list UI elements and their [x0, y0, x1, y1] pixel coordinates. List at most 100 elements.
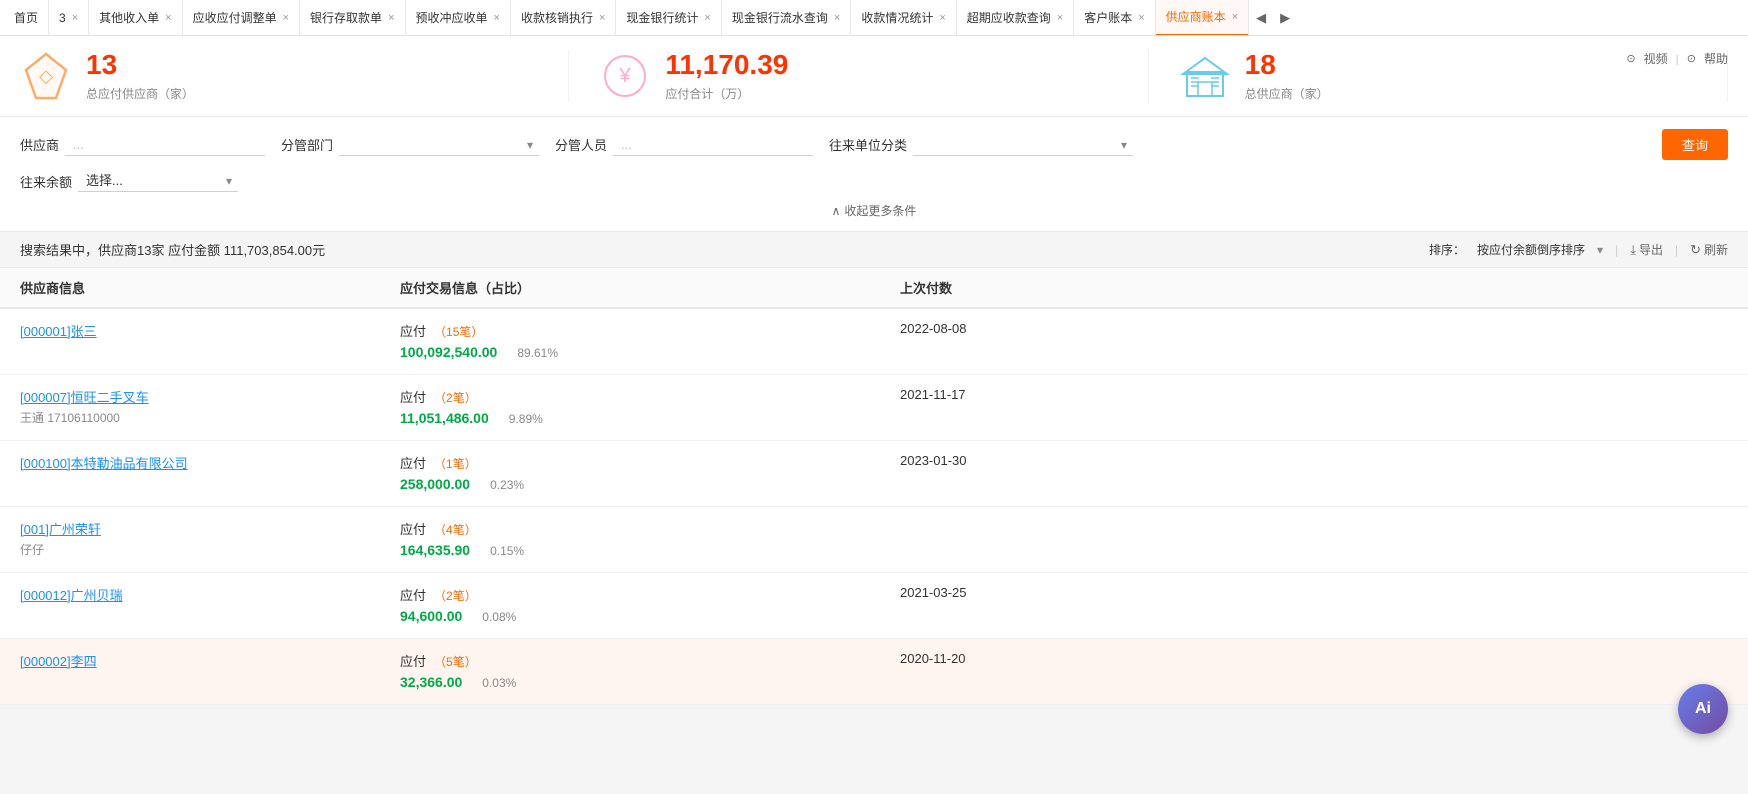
- close-tab-prepay[interactable]: ×: [494, 12, 500, 24]
- supplier-link-2[interactable]: [000007]恒旺二手叉车: [20, 390, 149, 405]
- close-tab-receipt-exec[interactable]: ×: [599, 12, 605, 24]
- trans-amount-2[interactable]: 11,051,486.00: [400, 410, 489, 426]
- summary-card-amount: ¥ 11,170.39 应付合计（万）: [569, 50, 1148, 102]
- trans-label-4: 应付: [400, 519, 426, 538]
- last-payment-date-6: 2020-11-20: [900, 651, 966, 666]
- trans-amount-4[interactable]: 164,635.90: [400, 542, 470, 558]
- trans-row-2: 应付 （2笔）: [400, 387, 900, 406]
- trans-label-6: 应付: [400, 651, 426, 670]
- supplier-sub-4: 仔仔: [20, 541, 400, 558]
- card-info-total: 18 总供应商（家）: [1245, 50, 1329, 102]
- nav-tab-home[interactable]: 首页: [4, 0, 49, 36]
- collapse-icon: ∧: [832, 204, 841, 218]
- sort-dropdown-icon[interactable]: ▾: [1597, 243, 1603, 257]
- supplier-input[interactable]: [65, 134, 265, 156]
- nav-tab-cash-stat[interactable]: 现金银行统计 ×: [616, 0, 721, 36]
- nav-tab-3[interactable]: 3 ×: [49, 0, 89, 36]
- nav-left-arrow[interactable]: ◀: [1249, 0, 1273, 36]
- balance-select[interactable]: 选择...: [78, 170, 238, 192]
- result-bar: 搜索结果中，供应商13家 应付金额 111,703,854.00元 排序： 按应…: [0, 232, 1748, 268]
- nav-tab-customer-ledger[interactable]: 客户账本 ×: [1074, 0, 1155, 36]
- supplier-link-3[interactable]: [000100]本特勒油品有限公司: [20, 456, 188, 471]
- sort-label: 排序：: [1429, 241, 1465, 258]
- close-tab-adjust[interactable]: ×: [283, 12, 289, 24]
- search-button[interactable]: 查询: [1662, 129, 1728, 160]
- nav-tab-cash-flow[interactable]: 现金银行流水查询 ×: [722, 0, 851, 36]
- trans-amount-3[interactable]: 258,000.00: [400, 476, 470, 492]
- help-link[interactable]: 帮助: [1704, 50, 1728, 67]
- divider-1: |: [1615, 243, 1618, 257]
- collapse-button[interactable]: ∧ 收起更多条件: [832, 202, 917, 219]
- nav-tab-bank[interactable]: 银行存取款单 ×: [300, 0, 405, 36]
- close-tab-overdue[interactable]: ×: [1057, 12, 1063, 24]
- top-links: ⊙ 视频 | ⊙ 帮助: [1626, 50, 1728, 67]
- nav-tab-receipt-stat[interactable]: 收款情况统计 ×: [851, 0, 956, 36]
- trans-amount-1[interactable]: 100,092,540.00: [400, 344, 497, 360]
- category-select-wrap: [913, 134, 1133, 156]
- trans-amount-row-3: 258,000.00 0.23%: [400, 474, 900, 492]
- summary-card-suppliers: ◇ 13 总应付供应商（家）: [20, 50, 569, 102]
- filter-supplier: 供应商: [20, 134, 265, 156]
- close-tab-3[interactable]: ×: [72, 12, 78, 24]
- table-row: [000001]张三 应付 （15笔） 100,092,540.00 89.61…: [0, 309, 1748, 375]
- close-tab-supplier-ledger[interactable]: ×: [1232, 11, 1238, 23]
- trans-label-5: 应付: [400, 585, 426, 604]
- nav-right-arrow[interactable]: ▶: [1273, 0, 1297, 36]
- divider-2: |: [1675, 243, 1678, 257]
- nav-tab-other-income[interactable]: 其他收入单 ×: [89, 0, 182, 36]
- supplier-link-1[interactable]: [000001]张三: [20, 324, 97, 339]
- last-payment-date-3: 2023-01-30: [900, 453, 967, 468]
- last-payment-6: 2020-11-20: [900, 651, 1728, 666]
- table-row: [000007]恒旺二手叉车 王通 17106110000 应付 （2笔） 11…: [0, 375, 1748, 441]
- refresh-icon: ↻: [1690, 242, 1701, 258]
- nav-tab-supplier-ledger[interactable]: 供应商账本 ×: [1156, 0, 1249, 36]
- trans-count-1: （15笔）: [434, 323, 483, 340]
- supplier-info-1: [000001]张三: [20, 321, 400, 340]
- store-icon: [1179, 50, 1231, 102]
- close-tab-receipt-stat[interactable]: ×: [939, 12, 945, 24]
- suppliers-label: 总应付供应商（家）: [86, 85, 194, 102]
- circle-icon2: ⊙: [1687, 52, 1696, 65]
- supplier-link-4[interactable]: [001]广州荣轩: [20, 522, 101, 537]
- close-tab-bank[interactable]: ×: [388, 12, 394, 24]
- supplier-link-5[interactable]: [000012]广州贝瑞: [20, 588, 123, 603]
- ai-button[interactable]: Ai: [1678, 684, 1728, 734]
- close-tab-other-income[interactable]: ×: [165, 12, 171, 24]
- close-tab-customer-ledger[interactable]: ×: [1138, 12, 1144, 24]
- nav-tab-overdue[interactable]: 超期应收款查询 ×: [957, 0, 1074, 36]
- supplier-info-3: [000100]本特勒油品有限公司: [20, 453, 400, 472]
- filter-row-1: 供应商 分管部门 分管人员 往来单位分类 查询: [20, 129, 1728, 160]
- video-link[interactable]: 视频: [1644, 50, 1668, 67]
- trans-amount-6[interactable]: 32,366.00: [400, 674, 462, 690]
- category-select[interactable]: [913, 134, 1133, 156]
- nav-tab-adjust[interactable]: 应收应付调整单 ×: [183, 0, 300, 36]
- table-row: [000100]本特勒油品有限公司 应付 （1笔） 258,000.00 0.2…: [0, 441, 1748, 507]
- col-header-last-payment: 上次付数: [900, 278, 1728, 297]
- supplier-link-6[interactable]: [000002]李四: [20, 654, 97, 669]
- nav-tab-prepay[interactable]: 预收冲应收单 ×: [406, 0, 511, 36]
- svg-text:¥: ¥: [619, 65, 632, 87]
- trans-amount-row-5: 94,600.00 0.08%: [400, 606, 900, 624]
- sort-select[interactable]: 按应付余额倒序排序: [1477, 241, 1585, 258]
- balance-filter-label: 往来余额: [20, 172, 72, 191]
- filter-category: 往来单位分类: [829, 134, 1133, 156]
- summary-bar: ◇ 13 总应付供应商（家） ¥ 11,170.39 应付合计（万）: [0, 36, 1748, 117]
- trans-percent-5: 0.08%: [482, 610, 516, 624]
- category-filter-label: 往来单位分类: [829, 135, 907, 154]
- close-tab-cash-flow[interactable]: ×: [834, 12, 840, 24]
- total-count: 18: [1245, 50, 1329, 81]
- table-row: [001]广州荣轩 仔仔 应付 （4笔） 164,635.90 0.15%: [0, 507, 1748, 573]
- person-input[interactable]: [613, 134, 813, 156]
- dept-select[interactable]: [339, 134, 539, 156]
- nav-tab-receipt-exec[interactable]: 收款核销执行 ×: [511, 0, 616, 36]
- trans-row-1: 应付 （15笔）: [400, 321, 900, 340]
- trans-amount-5[interactable]: 94,600.00: [400, 608, 462, 624]
- suppliers-count: 13: [86, 50, 194, 81]
- close-tab-cash-stat[interactable]: ×: [704, 12, 710, 24]
- last-payment-date-5: 2021-03-25: [900, 585, 967, 600]
- refresh-button[interactable]: ↻ 刷新: [1690, 241, 1728, 258]
- trans-row-3: 应付 （1笔）: [400, 453, 900, 472]
- trans-row-5: 应付 （2笔）: [400, 585, 900, 604]
- export-button[interactable]: ⤓ 导出: [1630, 241, 1663, 258]
- filter-dept: 分管部门: [281, 134, 539, 156]
